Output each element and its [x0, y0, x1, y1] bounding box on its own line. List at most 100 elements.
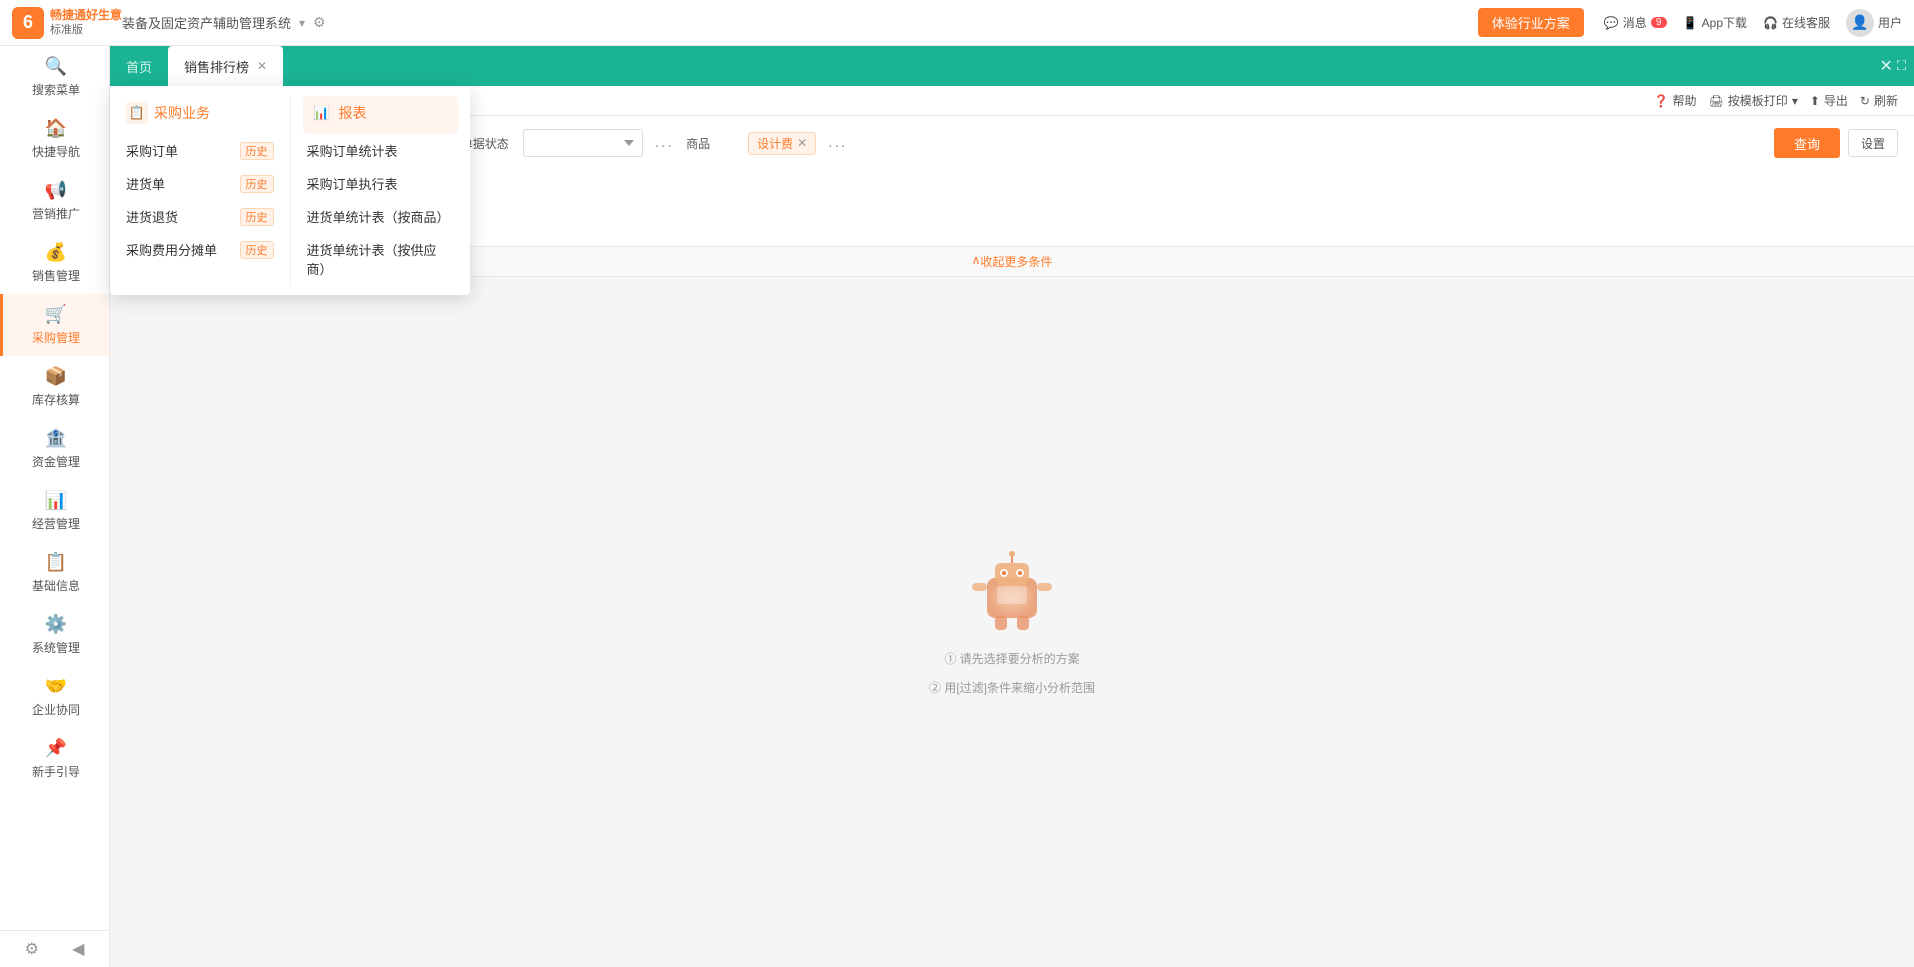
newbie-icon: 📌 [45, 738, 67, 759]
sidebar-label-operation: 经营管理 [32, 515, 80, 532]
avatar: 👤 [1846, 9, 1874, 37]
collapse-label: 收起更多条件 [980, 253, 1052, 270]
purchase-order-history-badge: 历史 [240, 142, 274, 160]
menu-item-goods-stats-supplier[interactable]: 进货单统计表（按供应商） [303, 233, 459, 285]
purchase-dropdown-menu: 📋 采购业务 采购订单 历史 进货单 历史 进货退货 历史 采购费用分摊单 历史… [110, 86, 470, 295]
industry-solution-button[interactable]: 体验行业方案 [1478, 8, 1584, 37]
search-icon: 🔍 [45, 56, 67, 77]
sidebar-item-system[interactable]: ⚙️ 系统管理 [0, 604, 109, 666]
purchase-section-icon: 📋 [126, 102, 148, 124]
sidebar-label-fund: 资金管理 [32, 453, 80, 470]
settings-footer-icon[interactable]: ⚙ [25, 939, 39, 959]
message-icon: 💬 [1604, 16, 1619, 30]
print-action[interactable]: 🖨 按模板打印 ▾ [1709, 92, 1798, 109]
gear-icon[interactable]: ⚙ [313, 14, 326, 31]
system-icon: ⚙️ [45, 614, 67, 635]
logo-area: 6 畅捷通好生意 标准版 [12, 7, 122, 39]
sidebar-item-quick[interactable]: 🏠 快捷导航 [0, 108, 109, 170]
empty-hint-1: ① 请先选择要分析的方案 [944, 650, 1079, 667]
user-item[interactable]: 👤 用户 [1846, 9, 1902, 37]
settings-button[interactable]: 设置 [1848, 129, 1898, 157]
purchase-return-label: 进货退货 [126, 207, 178, 226]
goods-tag-remove-icon[interactable]: ✕ [797, 136, 807, 150]
collapse-sidebar-icon[interactable]: ◀ [72, 939, 84, 959]
report-section-title: 📊 报表 [303, 96, 459, 134]
tab-sales-rank[interactable]: 销售排行榜 ✕ [168, 46, 283, 86]
voucher-status-select-wrapper [523, 129, 643, 157]
sidebar-label-newbie: 新手引导 [32, 763, 80, 780]
inventory-icon: 📦 [45, 366, 67, 387]
order-stats-label: 采购订单统计表 [307, 141, 398, 160]
menu-item-purchase-expense[interactable]: 采购费用分摊单 历史 [122, 233, 278, 266]
tab-sales-rank-label: 销售排行榜 [184, 57, 249, 76]
brand-edition: 标准版 [50, 23, 122, 37]
sidebar-item-sales[interactable]: 💰 销售管理 [0, 232, 109, 294]
menu-item-goods-stats-product[interactable]: 进货单统计表（按商品） [303, 200, 459, 233]
sidebar-item-fund[interactable]: 🏦 资金管理 [0, 418, 109, 480]
purchase-section: 📋 采购业务 采购订单 历史 进货单 历史 进货退货 历史 采购费用分摊单 历史 [110, 96, 290, 285]
sidebar-item-search[interactable]: 🔍 搜索菜单 [0, 46, 109, 108]
purchase-expense-label: 采购费用分摊单 [126, 240, 217, 259]
title-chevron-icon[interactable]: ▾ [299, 16, 305, 30]
tab-home[interactable]: 首页 [110, 46, 168, 86]
message-label: 消息 [1623, 14, 1647, 31]
menu-item-purchase-return[interactable]: 进货退货 历史 [122, 200, 278, 233]
message-badge: 9 [1651, 17, 1667, 28]
goods-dots[interactable]: ... [828, 134, 847, 152]
empty-state: ① 请先选择要分析的方案 ② 用[过滤]条件来缩小分析范围 [929, 548, 1095, 696]
report-section-icon: 📊 [311, 102, 333, 124]
help-action[interactable]: ❓ 帮助 [1654, 92, 1697, 109]
sales-icon: 💰 [45, 242, 67, 263]
online-service-item[interactable]: 🎧 在线客服 [1763, 14, 1830, 31]
menu-item-purchase-order[interactable]: 采购订单 历史 [122, 134, 278, 167]
collab-icon: 🤝 [45, 676, 67, 697]
menu-item-order-stats[interactable]: 采购订单统计表 [303, 134, 459, 167]
menu-item-order-exec[interactable]: 采购订单执行表 [303, 167, 459, 200]
sidebar-label-collab: 企业协同 [32, 701, 80, 718]
purchase-section-label: 采购业务 [154, 103, 210, 123]
logo-icon: 6 [12, 7, 44, 39]
purchase-goods-label: 进货单 [126, 174, 165, 193]
sidebar-label-purchase: 采购管理 [32, 329, 80, 346]
purchase-section-title: 📋 采购业务 [122, 96, 278, 134]
print-icon: 🖨 [1709, 94, 1724, 108]
query-button[interactable]: 查询 [1774, 128, 1840, 158]
report-section-label: 报表 [339, 103, 367, 123]
collapse-icon: ∧ [972, 253, 981, 270]
logo-text: 畅捷通好生意 标准版 [50, 8, 122, 38]
refresh-action[interactable]: ↻ 刷新 [1860, 92, 1898, 109]
header-right-area: 💬 消息 9 📱 App下载 🎧 在线客服 👤 用户 [1604, 9, 1902, 37]
phone-icon: 📱 [1683, 16, 1698, 30]
sidebar-item-collab[interactable]: 🤝 企业协同 [0, 666, 109, 728]
empty-hint-1-text: 请先选择要分析的方案 [960, 652, 1080, 666]
voucher-status-dots[interactable]: ... [655, 134, 674, 152]
sidebar-item-basic[interactable]: 📋 基础信息 [0, 542, 109, 604]
sidebar-item-newbie[interactable]: 📌 新手引导 [0, 728, 109, 790]
message-item[interactable]: 💬 消息 9 [1604, 14, 1667, 31]
app-download-item[interactable]: 📱 App下载 [1683, 14, 1747, 31]
sidebar-item-operation[interactable]: 📊 经营管理 [0, 480, 109, 542]
sidebar-item-inventory[interactable]: 📦 库存核算 [0, 356, 109, 418]
tab-maximize-icon[interactable]: ⛶ [1897, 58, 1906, 74]
purchase-order-label: 采购订单 [126, 141, 178, 160]
goods-tag: 设计费 ✕ [748, 132, 816, 155]
sidebar-label-inventory: 库存核算 [32, 391, 80, 408]
export-action[interactable]: ⬆ 导出 [1810, 92, 1848, 109]
menu-item-purchase-goods[interactable]: 进货单 历史 [122, 167, 278, 200]
tab-actions: ✕ ⛶ [1879, 56, 1914, 76]
tab-close-icon[interactable]: ✕ [257, 59, 267, 73]
headset-icon: 🎧 [1763, 16, 1778, 30]
tab-close-window-icon[interactable]: ✕ [1879, 56, 1892, 76]
top-header: 6 畅捷通好生意 标准版 装备及固定资产辅助管理系统 ▾ ⚙ 体验行业方案 💬 … [0, 0, 1914, 46]
sidebar-item-marketing[interactable]: 📢 营销推广 [0, 170, 109, 232]
empty-illustration [957, 548, 1067, 638]
sidebar-label-sales: 销售管理 [32, 267, 80, 284]
system-title-area: 装备及固定资产辅助管理系统 ▾ ⚙ [122, 13, 1478, 32]
voucher-status-select[interactable] [523, 129, 643, 157]
online-service-label: 在线客服 [1782, 14, 1830, 31]
help-icon: ❓ [1654, 94, 1669, 108]
report-section: 📊 报表 采购订单统计表 采购订单执行表 进货单统计表（按商品） 进货单统计表（… [290, 96, 471, 285]
sidebar-label-marketing: 营销推广 [32, 205, 80, 222]
export-icon: ⬆ [1810, 94, 1820, 108]
sidebar-item-purchase[interactable]: 🛒 采购管理 [0, 294, 109, 356]
